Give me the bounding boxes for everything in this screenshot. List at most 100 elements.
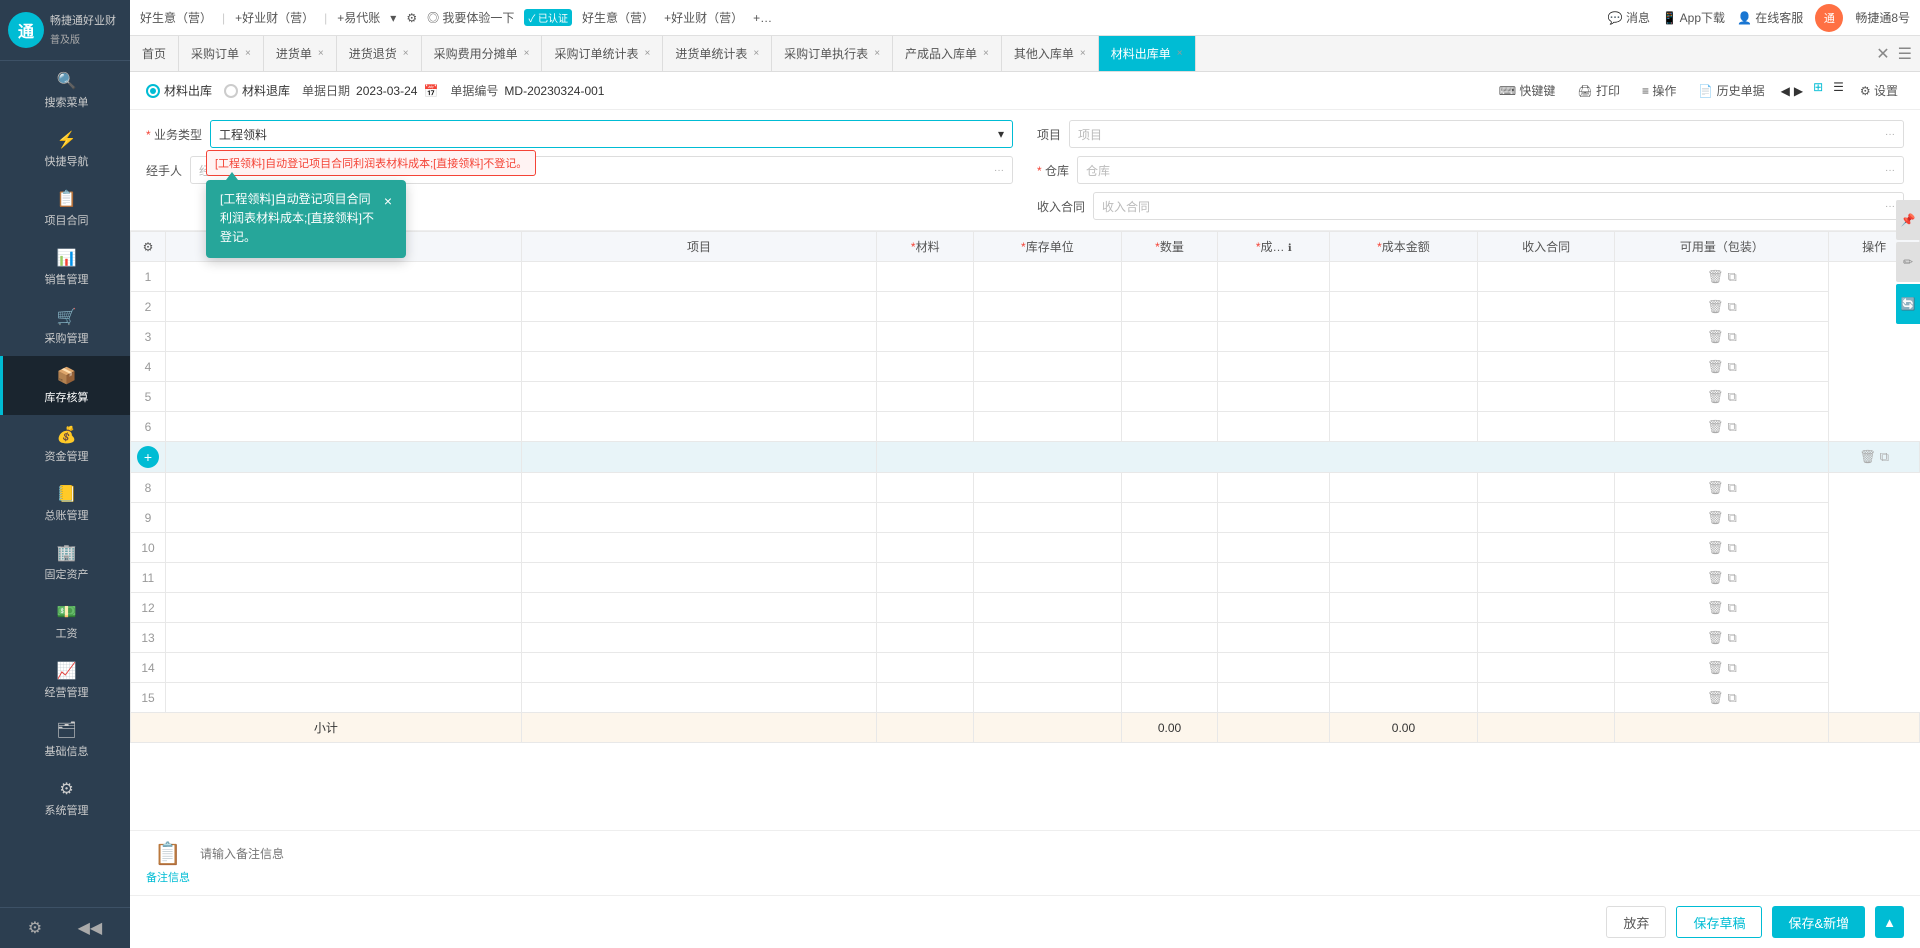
cell-project[interactable] xyxy=(166,262,522,292)
cell-material[interactable] xyxy=(521,292,877,322)
cell-stock-unit[interactable] xyxy=(877,683,974,713)
cell-material[interactable] xyxy=(521,262,877,292)
topbar-app-download[interactable]: 📱 App下载 xyxy=(1662,9,1725,26)
cell-cost-amount[interactable] xyxy=(1218,473,1330,503)
cell-project[interactable] xyxy=(166,473,522,503)
active-cell-2[interactable] xyxy=(521,442,877,473)
close-icon[interactable]: × xyxy=(644,48,650,59)
collapse-icon[interactable]: ◀◀ xyxy=(78,918,103,938)
cell-income-contract[interactable] xyxy=(1330,593,1478,623)
cell-project[interactable] xyxy=(166,292,522,322)
cell-quantity[interactable] xyxy=(974,683,1122,713)
cell-stock-unit[interactable] xyxy=(877,352,974,382)
topbar-settings-icon[interactable]: ⚙ xyxy=(406,11,417,25)
cell-stock-unit[interactable] xyxy=(877,563,974,593)
topbar-haoyecai[interactable]: +好业财（营） xyxy=(235,9,314,26)
copy-icon[interactable]: ⧉ xyxy=(1727,570,1736,586)
cell-material[interactable] xyxy=(521,593,877,623)
active-input-2[interactable] xyxy=(528,450,871,464)
info-icon[interactable]: ℹ xyxy=(1288,243,1292,254)
delete-icon[interactable]: 🗑 xyxy=(1707,630,1724,646)
cell-stock-unit[interactable] xyxy=(877,533,974,563)
settings-btn[interactable]: ⚙ 设置 xyxy=(1854,80,1904,101)
cell-stock-unit[interactable] xyxy=(877,292,974,322)
sidebar-item-system[interactable]: ⚙系统管理 xyxy=(0,769,130,828)
cell-stock-unit[interactable] xyxy=(877,473,974,503)
cell-stock-unit[interactable] xyxy=(877,382,974,412)
cell-quantity[interactable] xyxy=(974,533,1122,563)
tab-product-inbound[interactable]: 产成品入库单 × xyxy=(893,36,1002,71)
delete-icon[interactable]: 🗑 xyxy=(1707,660,1724,676)
copy-icon[interactable]: ⧉ xyxy=(1727,600,1736,616)
project-input[interactable]: 项目 ··· xyxy=(1069,120,1904,148)
cell-available[interactable] xyxy=(1477,623,1615,653)
cell-available[interactable] xyxy=(1477,563,1615,593)
topbar-haoshengyi[interactable]: 好生意（营） xyxy=(140,9,212,26)
calendar-icon[interactable]: 📅 xyxy=(423,84,438,98)
delete-icon[interactable]: 🗑 xyxy=(1707,329,1724,345)
cell-cost[interactable] xyxy=(1121,352,1218,382)
cell-cost[interactable] xyxy=(1121,683,1218,713)
operation-btn[interactable]: ≡ 操作 xyxy=(1636,80,1682,101)
cell-stock-unit[interactable] xyxy=(877,262,974,292)
cell-project[interactable] xyxy=(166,683,522,713)
tab-inbound[interactable]: 进货单 × xyxy=(264,36,337,71)
sidebar-item-basics[interactable]: 🗂基础信息 xyxy=(0,710,130,769)
sidebar-item-operations[interactable]: 📈经营管理 xyxy=(0,651,130,710)
cell-available[interactable] xyxy=(1477,503,1615,533)
cell-cost[interactable] xyxy=(1121,653,1218,683)
cell-income-contract[interactable] xyxy=(1330,412,1478,442)
sidebar-item-search[interactable]: 🔍搜索菜单 xyxy=(0,61,130,120)
cell-cost-amount[interactable] xyxy=(1218,533,1330,563)
cell-quantity[interactable] xyxy=(974,352,1122,382)
cell-stock-unit[interactable] xyxy=(877,593,974,623)
copy-icon[interactable]: ⧉ xyxy=(1727,419,1736,435)
sidebar-item-assets[interactable]: 🏢固定资产 xyxy=(0,533,130,592)
cell-material[interactable] xyxy=(521,533,877,563)
cell-available[interactable] xyxy=(1477,683,1615,713)
close-icon[interactable]: × xyxy=(318,48,324,59)
cell-project[interactable] xyxy=(166,412,522,442)
cell-stock-unit[interactable] xyxy=(877,503,974,533)
tab-material-outbound[interactable]: 材料出库单 × xyxy=(1099,36,1196,71)
handler-more-icon[interactable]: ··· xyxy=(994,165,1004,176)
copy-icon[interactable]: ⧉ xyxy=(1880,449,1889,465)
cell-cost[interactable] xyxy=(1121,593,1218,623)
delete-icon[interactable]: 🗑 xyxy=(1707,299,1724,315)
delete-icon[interactable]: 🗑 xyxy=(1707,600,1724,616)
sidebar-item-project[interactable]: 📋项目合同 xyxy=(0,179,130,238)
cell-cost-amount[interactable] xyxy=(1218,683,1330,713)
cell-project[interactable] xyxy=(166,623,522,653)
cell-project[interactable] xyxy=(166,503,522,533)
cell-available[interactable] xyxy=(1477,262,1615,292)
view-list-icon[interactable]: ☰ xyxy=(1833,80,1844,101)
cell-project[interactable] xyxy=(166,533,522,563)
side-edit-icon[interactable]: ✏ xyxy=(1896,242,1920,282)
topbar-trial[interactable]: ◎ 我要体验一下 xyxy=(427,9,514,26)
cell-project[interactable] xyxy=(166,322,522,352)
copy-icon[interactable]: ⧉ xyxy=(1727,690,1736,706)
close-icon[interactable]: × xyxy=(1080,48,1086,59)
history-btn[interactable]: 📄 历史单据 xyxy=(1692,80,1770,101)
cell-material[interactable] xyxy=(521,473,877,503)
delete-icon[interactable]: 🗑 xyxy=(1707,570,1724,586)
tab-menu-icon[interactable]: ☰ xyxy=(1898,44,1912,64)
topbar-dotdotdot[interactable]: +… xyxy=(753,11,772,25)
delete-icon[interactable]: 🗑 xyxy=(1707,359,1724,375)
cell-available[interactable] xyxy=(1477,473,1615,503)
cell-material[interactable] xyxy=(521,382,877,412)
cell-cost-amount[interactable] xyxy=(1218,623,1330,653)
cell-project[interactable] xyxy=(166,563,522,593)
cell-stock-unit[interactable] xyxy=(877,653,974,683)
cell-cost-amount[interactable] xyxy=(1218,503,1330,533)
delete-icon[interactable]: 🗑 xyxy=(1707,540,1724,556)
cell-available[interactable] xyxy=(1477,653,1615,683)
cell-cost[interactable] xyxy=(1121,623,1218,653)
cell-quantity[interactable] xyxy=(974,503,1122,533)
user-avatar[interactable]: 通 xyxy=(1815,4,1843,32)
cell-quantity[interactable] xyxy=(974,563,1122,593)
cell-quantity[interactable] xyxy=(974,322,1122,352)
cell-income-contract[interactable] xyxy=(1330,533,1478,563)
cell-stock-unit[interactable] xyxy=(877,623,974,653)
cell-cost-amount[interactable] xyxy=(1218,412,1330,442)
